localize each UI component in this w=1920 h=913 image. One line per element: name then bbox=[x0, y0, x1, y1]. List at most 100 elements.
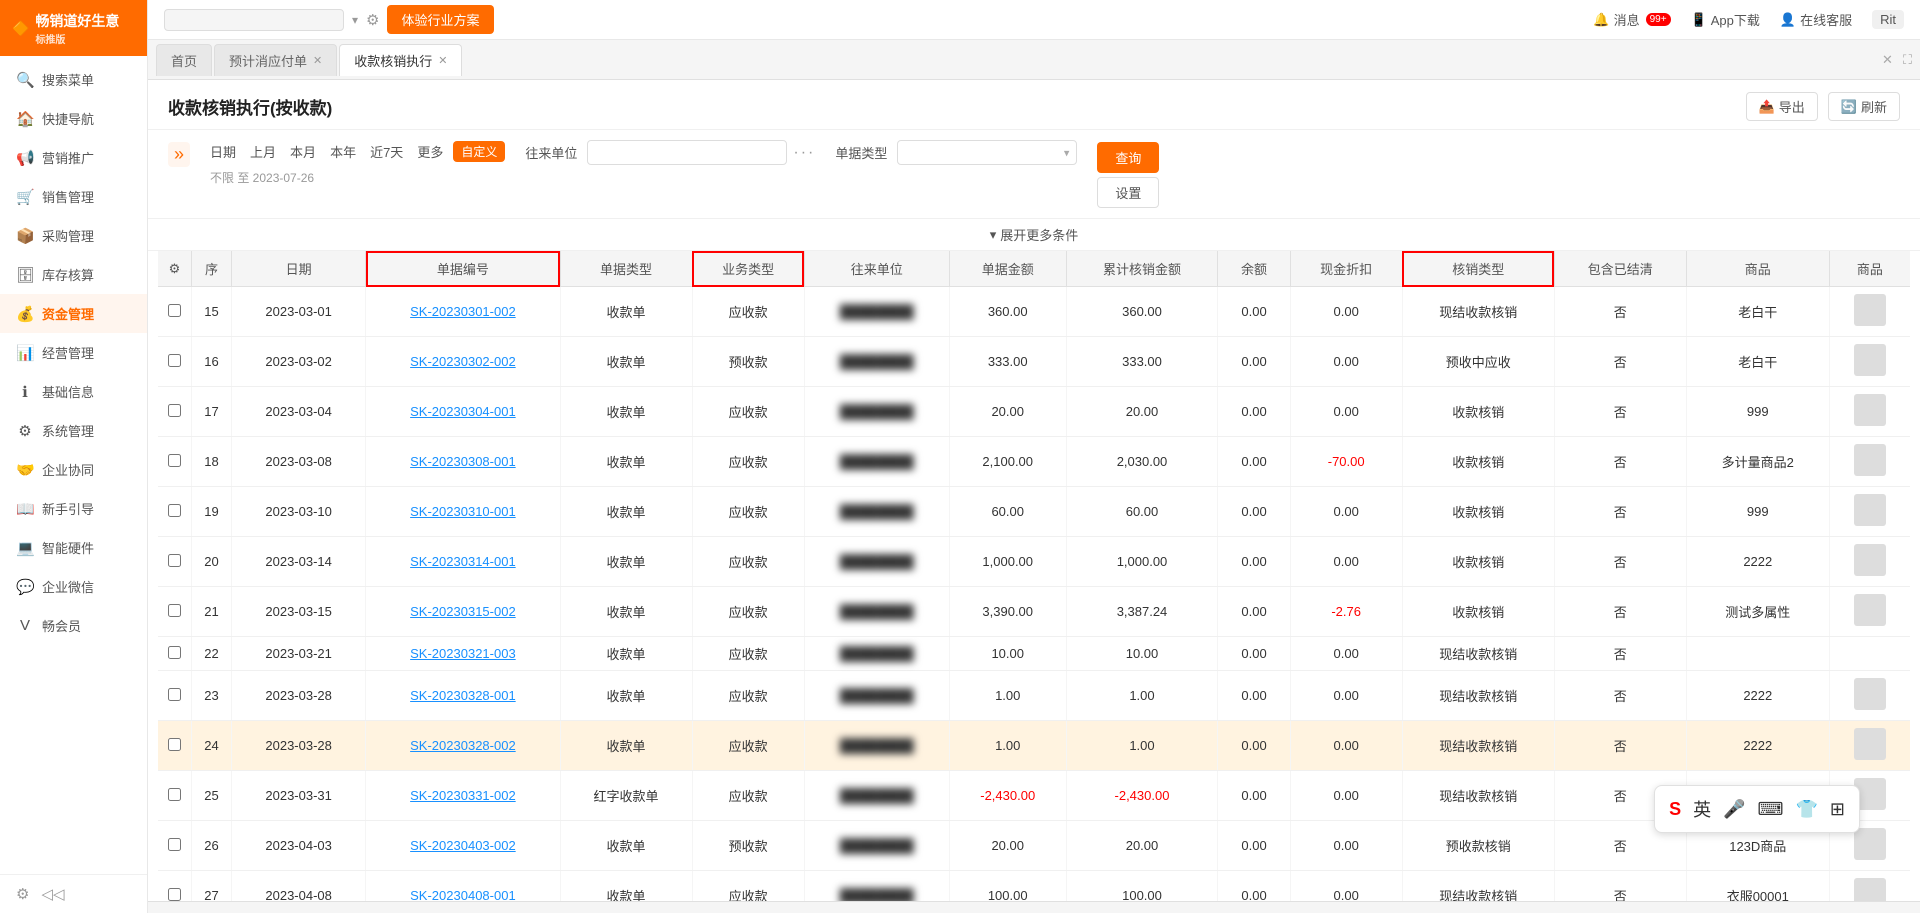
filter-toggle-button[interactable]: » bbox=[168, 142, 190, 167]
row-checkbox[interactable] bbox=[168, 504, 181, 517]
popup-mic-icon[interactable]: 🎤 bbox=[1723, 799, 1745, 820]
sidebar-item-wechat[interactable]: 💬 企业微信 bbox=[0, 567, 147, 606]
popup-grid-icon[interactable]: ⊞ bbox=[1830, 799, 1845, 820]
sidebar-item-purchase[interactable]: 📦 采购管理 bbox=[0, 216, 147, 255]
tab-expand-icon[interactable]: ⛶ bbox=[1903, 52, 1912, 68]
cell-doc-no[interactable]: SK-20230302-002 bbox=[366, 337, 560, 387]
cell-doc-no[interactable]: SK-20230315-002 bbox=[366, 587, 560, 637]
user-avatar[interactable]: Rit bbox=[1872, 10, 1904, 29]
gear-icon[interactable]: ⚙ bbox=[169, 261, 181, 276]
cell-doc-no[interactable]: SK-20230328-002 bbox=[366, 721, 560, 771]
cell-doc-no[interactable]: SK-20230301-002 bbox=[366, 287, 560, 337]
doc-no-link[interactable]: SK-20230314-001 bbox=[410, 554, 516, 569]
sidebar-label-collab: 企业协同 bbox=[42, 460, 94, 479]
doc-no-link[interactable]: SK-20230328-001 bbox=[410, 688, 516, 703]
cell-no: 25 bbox=[192, 771, 232, 821]
sidebar-item-basic[interactable]: ℹ 基础信息 bbox=[0, 372, 147, 411]
filter-date-more[interactable]: 更多 bbox=[413, 140, 447, 163]
close-all-icon[interactable]: ✕ bbox=[1874, 52, 1901, 68]
filter-partner-dots[interactable]: ··· bbox=[793, 144, 815, 162]
sidebar-item-hardware[interactable]: 💻 智能硬件 bbox=[0, 528, 147, 567]
row-checkbox[interactable] bbox=[168, 788, 181, 801]
export-button[interactable]: 📤 导出 bbox=[1746, 92, 1818, 121]
row-checkbox[interactable] bbox=[168, 454, 181, 467]
row-checkbox[interactable] bbox=[168, 304, 181, 317]
row-checkbox[interactable] bbox=[168, 554, 181, 567]
row-checkbox[interactable] bbox=[168, 838, 181, 851]
row-checkbox[interactable] bbox=[168, 404, 181, 417]
doc-no-link[interactable]: SK-20230304-001 bbox=[410, 404, 516, 419]
doc-no-link[interactable]: SK-20230321-003 bbox=[410, 646, 516, 661]
notice-button[interactable]: 🔔 消息 99+ bbox=[1593, 10, 1670, 29]
popup-keyboard-icon[interactable]: ⌨ bbox=[1758, 799, 1784, 820]
filter-date-this-month[interactable]: 本月 bbox=[286, 140, 320, 163]
filter-date-this-year[interactable]: 本年 bbox=[326, 140, 360, 163]
filter-date-custom-button[interactable]: 自定义 bbox=[453, 141, 505, 162]
doc-no-link[interactable]: SK-20230403-002 bbox=[410, 838, 516, 853]
filter-date-last-month[interactable]: 上月 bbox=[246, 140, 280, 163]
filter-partner-input[interactable] bbox=[587, 140, 787, 165]
row-checkbox[interactable] bbox=[168, 688, 181, 701]
doc-no-link[interactable]: SK-20230310-001 bbox=[410, 504, 516, 519]
cell-doc-no[interactable]: SK-20230310-001 bbox=[366, 487, 560, 537]
row-checkbox[interactable] bbox=[168, 738, 181, 751]
sidebar-item-finance[interactable]: 💰 资金管理 bbox=[0, 294, 147, 333]
cell-doc-no[interactable]: SK-20230328-001 bbox=[366, 671, 560, 721]
refresh-icon: 🔄 bbox=[1841, 99, 1857, 115]
sidebar-item-guide[interactable]: 📖 新手引导 bbox=[0, 489, 147, 528]
row-checkbox[interactable] bbox=[168, 604, 181, 617]
cell-doc-no[interactable]: SK-20230408-001 bbox=[366, 871, 560, 902]
sidebar-item-sales[interactable]: 🛒 销售管理 bbox=[0, 177, 147, 216]
doc-no-link[interactable]: SK-20230315-002 bbox=[410, 604, 516, 619]
filter-date-7days[interactable]: 近7天 bbox=[366, 140, 407, 163]
industry-solution-button[interactable]: 体验行业方案 bbox=[387, 5, 493, 34]
expand-more-bar[interactable]: ▾ 展开更多条件 bbox=[148, 219, 1920, 251]
popup-shirt-icon[interactable]: 👕 bbox=[1795, 799, 1817, 820]
app-download-button[interactable]: 📱 App下载 bbox=[1691, 10, 1760, 29]
sidebar-item-collab[interactable]: 🤝 企业协同 bbox=[0, 450, 147, 489]
cell-partner: ████████ bbox=[804, 721, 949, 771]
basic-icon: ℹ bbox=[16, 383, 34, 401]
cell-doc-no[interactable]: SK-20230331-002 bbox=[366, 771, 560, 821]
cell-no: 19 bbox=[192, 487, 232, 537]
filter-doctype-select[interactable] bbox=[897, 140, 1077, 165]
doc-no-link[interactable]: SK-20230408-001 bbox=[410, 888, 516, 901]
sidebar-label-inventory: 库存核算 bbox=[42, 265, 94, 284]
sidebar-item-system[interactable]: ⚙ 系统管理 bbox=[0, 411, 147, 450]
cell-doc-no[interactable]: SK-20230403-002 bbox=[366, 821, 560, 871]
doc-no-link[interactable]: SK-20230301-002 bbox=[410, 304, 516, 319]
header-gear-icon[interactable]: ⚙ bbox=[366, 11, 379, 29]
refresh-button[interactable]: 🔄 刷新 bbox=[1828, 92, 1900, 121]
tab-receipts-close-icon[interactable]: ✕ bbox=[438, 54, 447, 67]
sidebar-item-operation[interactable]: 📊 经营管理 bbox=[0, 333, 147, 372]
sidebar-item-search[interactable]: 🔍 搜索菜单 bbox=[0, 60, 147, 99]
doc-no-link[interactable]: SK-20230302-002 bbox=[410, 354, 516, 369]
settings-button[interactable]: 设置 bbox=[1097, 177, 1159, 208]
cell-doc-no[interactable]: SK-20230314-001 bbox=[366, 537, 560, 587]
settings-icon[interactable]: ⚙ bbox=[16, 885, 29, 903]
row-checkbox[interactable] bbox=[168, 354, 181, 367]
tab-home[interactable]: 首页 bbox=[156, 44, 212, 76]
tab-payable[interactable]: 预计消应付单 ✕ bbox=[214, 44, 337, 76]
cell-doc-no[interactable]: SK-20230308-001 bbox=[366, 437, 560, 487]
th-gear[interactable]: ⚙ bbox=[158, 251, 192, 287]
horizontal-scrollbar[interactable] bbox=[148, 901, 1920, 913]
online-service-button[interactable]: 👤 在线客服 bbox=[1780, 10, 1852, 29]
collapse-icon[interactable]: ◁◁ bbox=[41, 885, 64, 903]
cell-doc-no[interactable]: SK-20230321-003 bbox=[366, 637, 560, 671]
doc-no-link[interactable]: SK-20230331-002 bbox=[410, 788, 516, 803]
popup-english-icon[interactable]: 英 bbox=[1693, 796, 1711, 822]
row-checkbox[interactable] bbox=[168, 646, 181, 659]
doc-no-link[interactable]: SK-20230308-001 bbox=[410, 454, 516, 469]
doc-no-link[interactable]: SK-20230328-002 bbox=[410, 738, 516, 753]
row-checkbox[interactable] bbox=[168, 888, 181, 901]
sidebar-item-marketing[interactable]: 📢 营销推广 bbox=[0, 138, 147, 177]
sidebar-item-inventory[interactable]: 🗄 库存核算 bbox=[0, 255, 147, 294]
sidebar-item-shortcuts[interactable]: 🏠 快捷导航 bbox=[0, 99, 147, 138]
cell-doc-no[interactable]: SK-20230304-001 bbox=[366, 387, 560, 437]
query-button[interactable]: 查询 bbox=[1097, 142, 1159, 173]
sidebar-item-member[interactable]: V 畅会员 bbox=[0, 606, 147, 645]
tab-receipts[interactable]: 收款核销执行 ✕ bbox=[339, 44, 462, 76]
tab-payable-close-icon[interactable]: ✕ bbox=[313, 54, 322, 67]
nav-search-input[interactable] bbox=[164, 9, 344, 31]
